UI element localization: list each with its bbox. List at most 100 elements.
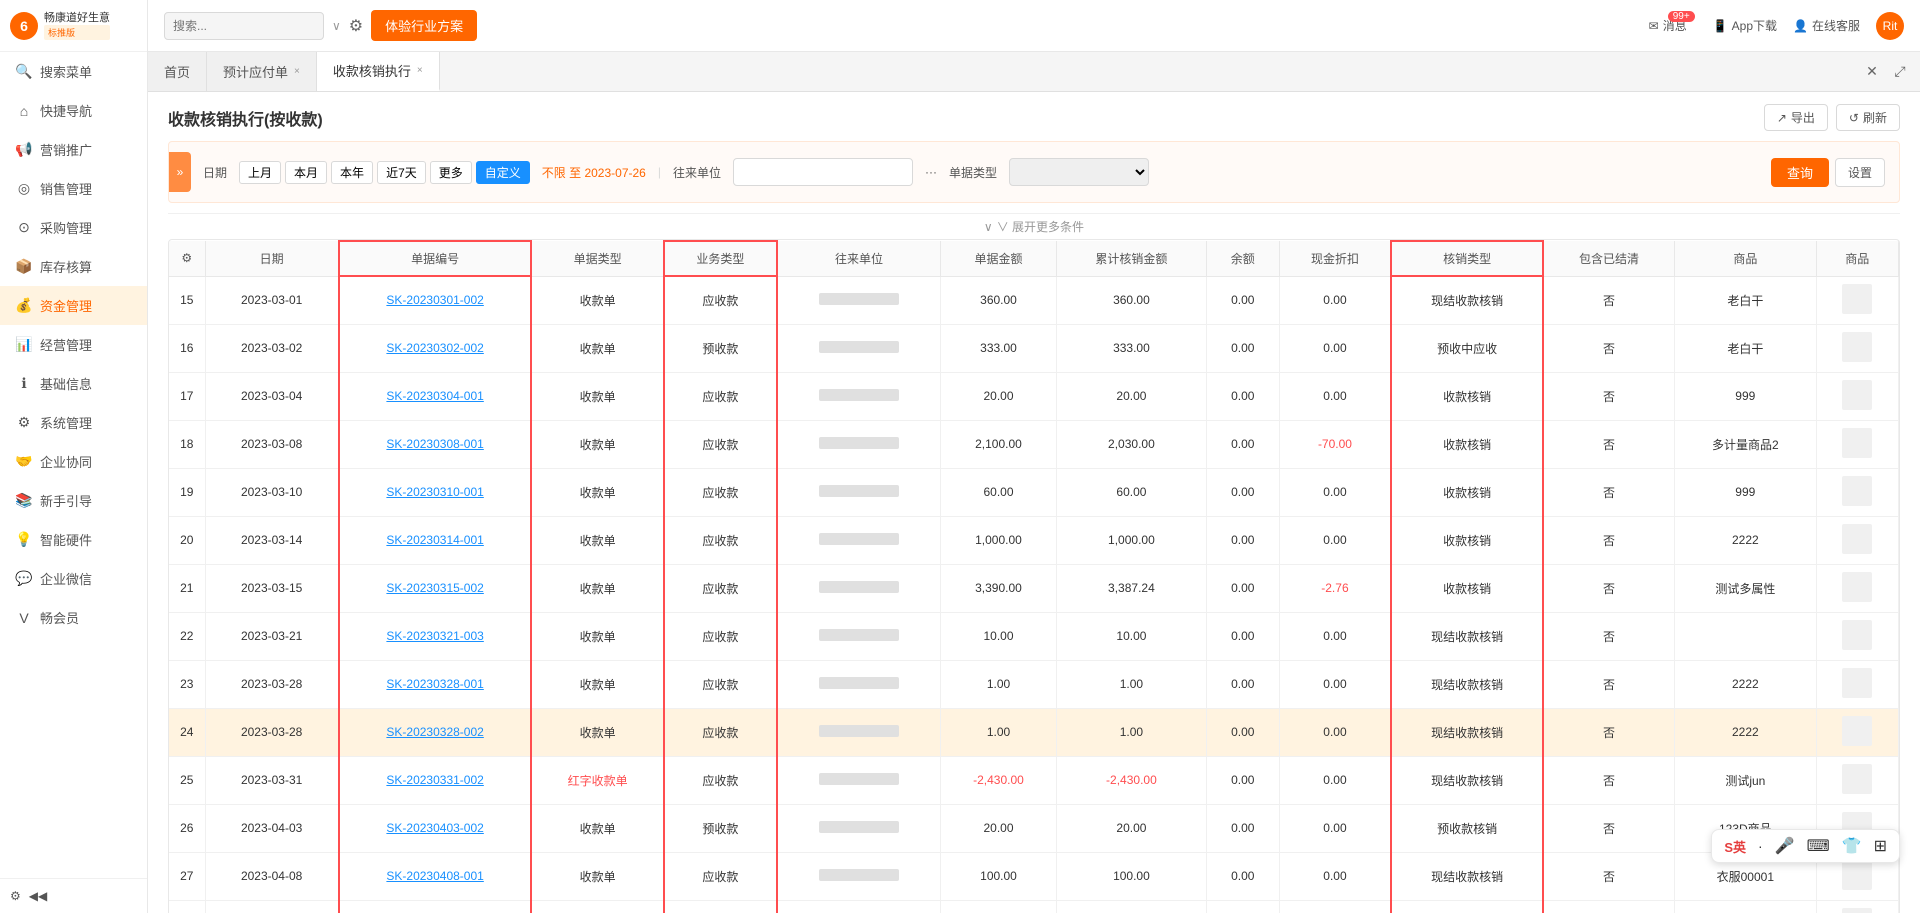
docno-link[interactable]: SK-20230331-002 xyxy=(386,773,483,787)
table-row[interactable]: 19 2023-03-10 SK-20230310-001 收款单 应收款 60… xyxy=(169,468,1899,516)
docno-link[interactable]: SK-20230314-001 xyxy=(386,533,483,547)
sidebar-item-wechat[interactable]: 💬企业微信 xyxy=(0,559,147,598)
date-btn-7days[interactable]: 近7天 xyxy=(377,161,426,184)
th-included: 包含已结清 xyxy=(1543,241,1675,276)
cell-included: 否 xyxy=(1543,276,1675,324)
sidebar-item-collab[interactable]: 🤝企业协同 xyxy=(0,442,147,481)
docno-link[interactable]: SK-20230308-001 xyxy=(386,437,483,451)
cell-partner xyxy=(777,372,941,420)
table-row[interactable]: 22 2023-03-21 SK-20230321-003 收款单 应收款 10… xyxy=(169,612,1899,660)
th-settings[interactable]: ⚙ xyxy=(169,241,205,276)
sidebar-item-sales[interactable]: ◎销售管理 xyxy=(0,169,147,208)
docno-link[interactable]: SK-20230328-002 xyxy=(386,725,483,739)
cell-docno[interactable]: SK-20230302-002 xyxy=(339,324,532,372)
cell-docno[interactable]: SK-20230331-002 xyxy=(339,756,532,804)
sidebar-item-finance[interactable]: 💰资金管理 xyxy=(0,286,147,325)
partner-input[interactable] xyxy=(733,158,913,186)
cell-docno[interactable]: SK-20230308-001 xyxy=(339,420,532,468)
industry-solution-button[interactable]: 体验行业方案 xyxy=(371,10,477,41)
date-btn-this-month[interactable]: 本月 xyxy=(285,161,327,184)
table-row[interactable]: 18 2023-03-08 SK-20230308-001 收款单 应收款 2,… xyxy=(169,420,1899,468)
tab-home[interactable]: 首页 xyxy=(148,52,207,91)
cell-docno[interactable]: SK-20230328-001 xyxy=(339,660,532,708)
sidebar-item-guide[interactable]: 📚新手引导 xyxy=(0,481,147,520)
sidebar-item-inventory[interactable]: 📦库存核算 xyxy=(0,247,147,286)
table-row[interactable]: 20 2023-03-14 SK-20230314-001 收款单 应收款 1,… xyxy=(169,516,1899,564)
sidebar-item-basic[interactable]: ℹ基础信息 xyxy=(0,364,147,403)
tab-controls: ✕ ⤢ xyxy=(1852,52,1920,91)
docno-link[interactable]: SK-20230310-001 xyxy=(386,485,483,499)
main-area: ∨ ⚙ 体验行业方案 ✉ 消息 99+ 📱 App下载 👤 在线客服 Rit xyxy=(148,0,1920,913)
cell-docno[interactable]: SK-20230304-001 xyxy=(339,372,532,420)
date-btn-last-month[interactable]: 上月 xyxy=(239,161,281,184)
cell-amount: 1,000.00 xyxy=(941,516,1057,564)
table-row[interactable]: 28 2023-04-18 SK-20230418-001 收款单 应收款 10… xyxy=(169,900,1899,913)
app-download-item[interactable]: 📱 App下载 xyxy=(1713,17,1777,34)
ime-mic-icon[interactable]: 🎤 xyxy=(1775,836,1795,856)
cell-docno[interactable]: SK-20230310-001 xyxy=(339,468,532,516)
ime-shirt-icon[interactable]: 👕 xyxy=(1842,836,1862,856)
sidebar-item-purchase[interactable]: ⊙采购管理 xyxy=(0,208,147,247)
table-row[interactable]: 21 2023-03-15 SK-20230315-002 收款单 应收款 3,… xyxy=(169,564,1899,612)
cell-docno[interactable]: SK-20230321-003 xyxy=(339,612,532,660)
export-button[interactable]: ↗ 导出 xyxy=(1764,104,1828,131)
tab-collection-close[interactable]: × xyxy=(417,65,423,76)
sidebar-item-operation[interactable]: 📊经营管理 xyxy=(0,325,147,364)
cell-partner xyxy=(777,708,941,756)
table-row[interactable]: 26 2023-04-03 SK-20230403-002 收款单 预收款 20… xyxy=(169,804,1899,852)
tab-expand-button[interactable]: ⤢ xyxy=(1888,60,1912,84)
notification-item[interactable]: ✉ 消息 99+ xyxy=(1649,17,1687,34)
docno-link[interactable]: SK-20230315-002 xyxy=(386,581,483,595)
docno-link[interactable]: SK-20230408-001 xyxy=(386,869,483,883)
inventory-icon: 📦 xyxy=(16,259,32,275)
cell-docno[interactable]: SK-20230315-002 xyxy=(339,564,532,612)
sidebar-item-search[interactable]: 🔍搜索菜单 xyxy=(0,52,147,91)
user-avatar[interactable]: Rit xyxy=(1876,12,1904,40)
table-row[interactable]: 17 2023-03-04 SK-20230304-001 收款单 应收款 20… xyxy=(169,372,1899,420)
filter-toggle-btn[interactable]: » xyxy=(169,152,191,192)
cell-docno[interactable]: SK-20230328-002 xyxy=(339,708,532,756)
tab-prepayment[interactable]: 预计应付单 × xyxy=(207,52,317,91)
docno-link[interactable]: SK-20230304-001 xyxy=(386,389,483,403)
table-row[interactable]: 15 2023-03-01 SK-20230301-002 收款单 应收款 36… xyxy=(169,276,1899,324)
table-row[interactable]: 27 2023-04-08 SK-20230408-001 收款单 应收款 10… xyxy=(169,852,1899,900)
sidebar-item-quick[interactable]: ⌂快捷导航 xyxy=(0,91,147,130)
cell-docno[interactable]: SK-20230301-002 xyxy=(339,276,532,324)
expand-more-btn[interactable]: ∨ ∨ 展开更多条件 xyxy=(168,213,1900,239)
sidebar-item-member[interactable]: V畅会员 xyxy=(0,598,147,637)
table-row[interactable]: 16 2023-03-02 SK-20230302-002 收款单 预收款 33… xyxy=(169,324,1899,372)
sidebar-item-system[interactable]: ⚙系统管理 xyxy=(0,403,147,442)
cell-docno[interactable]: SK-20230418-001 xyxy=(339,900,532,913)
table-row[interactable]: 25 2023-03-31 SK-20230331-002 红字收款单 应收款 … xyxy=(169,756,1899,804)
ime-keyboard-icon[interactable]: ⌨ xyxy=(1807,836,1830,856)
refresh-button[interactable]: ↺ 刷新 xyxy=(1836,104,1900,131)
cell-docno[interactable]: SK-20230408-001 xyxy=(339,852,532,900)
cell-docno[interactable]: SK-20230403-002 xyxy=(339,804,532,852)
date-btn-this-year[interactable]: 本年 xyxy=(331,161,373,184)
ime-apps-icon[interactable]: ⊞ xyxy=(1874,836,1887,856)
tab-prepayment-close[interactable]: × xyxy=(294,66,300,77)
sidebar-item-hardware[interactable]: 💡智能硬件 xyxy=(0,520,147,559)
cell-docno[interactable]: SK-20230314-001 xyxy=(339,516,532,564)
sidebar-collapse-btn[interactable]: ◀◀ xyxy=(29,889,47,903)
docno-link[interactable]: SK-20230301-002 xyxy=(386,293,483,307)
settings-button[interactable]: 设置 xyxy=(1835,158,1885,187)
settings-icon[interactable]: ⚙ xyxy=(349,16,363,36)
table-row[interactable]: 23 2023-03-28 SK-20230328-001 收款单 应收款 1.… xyxy=(169,660,1899,708)
date-btn-more[interactable]: 更多 xyxy=(430,161,472,184)
tab-close-all-button[interactable]: ✕ xyxy=(1860,60,1884,84)
docno-link[interactable]: SK-20230328-001 xyxy=(386,677,483,691)
date-btn-custom[interactable]: 自定义 xyxy=(476,161,530,184)
docno-link[interactable]: SK-20230302-002 xyxy=(386,341,483,355)
docno-link[interactable]: SK-20230321-003 xyxy=(386,629,483,643)
table-row[interactable]: 24 2023-03-28 SK-20230328-002 收款单 应收款 1.… xyxy=(169,708,1899,756)
sidebar-item-marketing[interactable]: 📢营销推广 xyxy=(0,130,147,169)
docno-link[interactable]: SK-20230403-002 xyxy=(386,821,483,835)
ime-dot-icon[interactable]: · xyxy=(1758,838,1763,854)
doc-type-select[interactable] xyxy=(1009,158,1149,186)
breadcrumb-search[interactable] xyxy=(164,12,324,40)
tab-collection[interactable]: 收款核销执行 × xyxy=(317,52,440,91)
online-service-item[interactable]: 👤 在线客服 xyxy=(1793,17,1860,34)
query-button[interactable]: 查询 xyxy=(1771,158,1829,187)
sidebar-settings-btn[interactable]: ⚙ xyxy=(10,889,21,903)
